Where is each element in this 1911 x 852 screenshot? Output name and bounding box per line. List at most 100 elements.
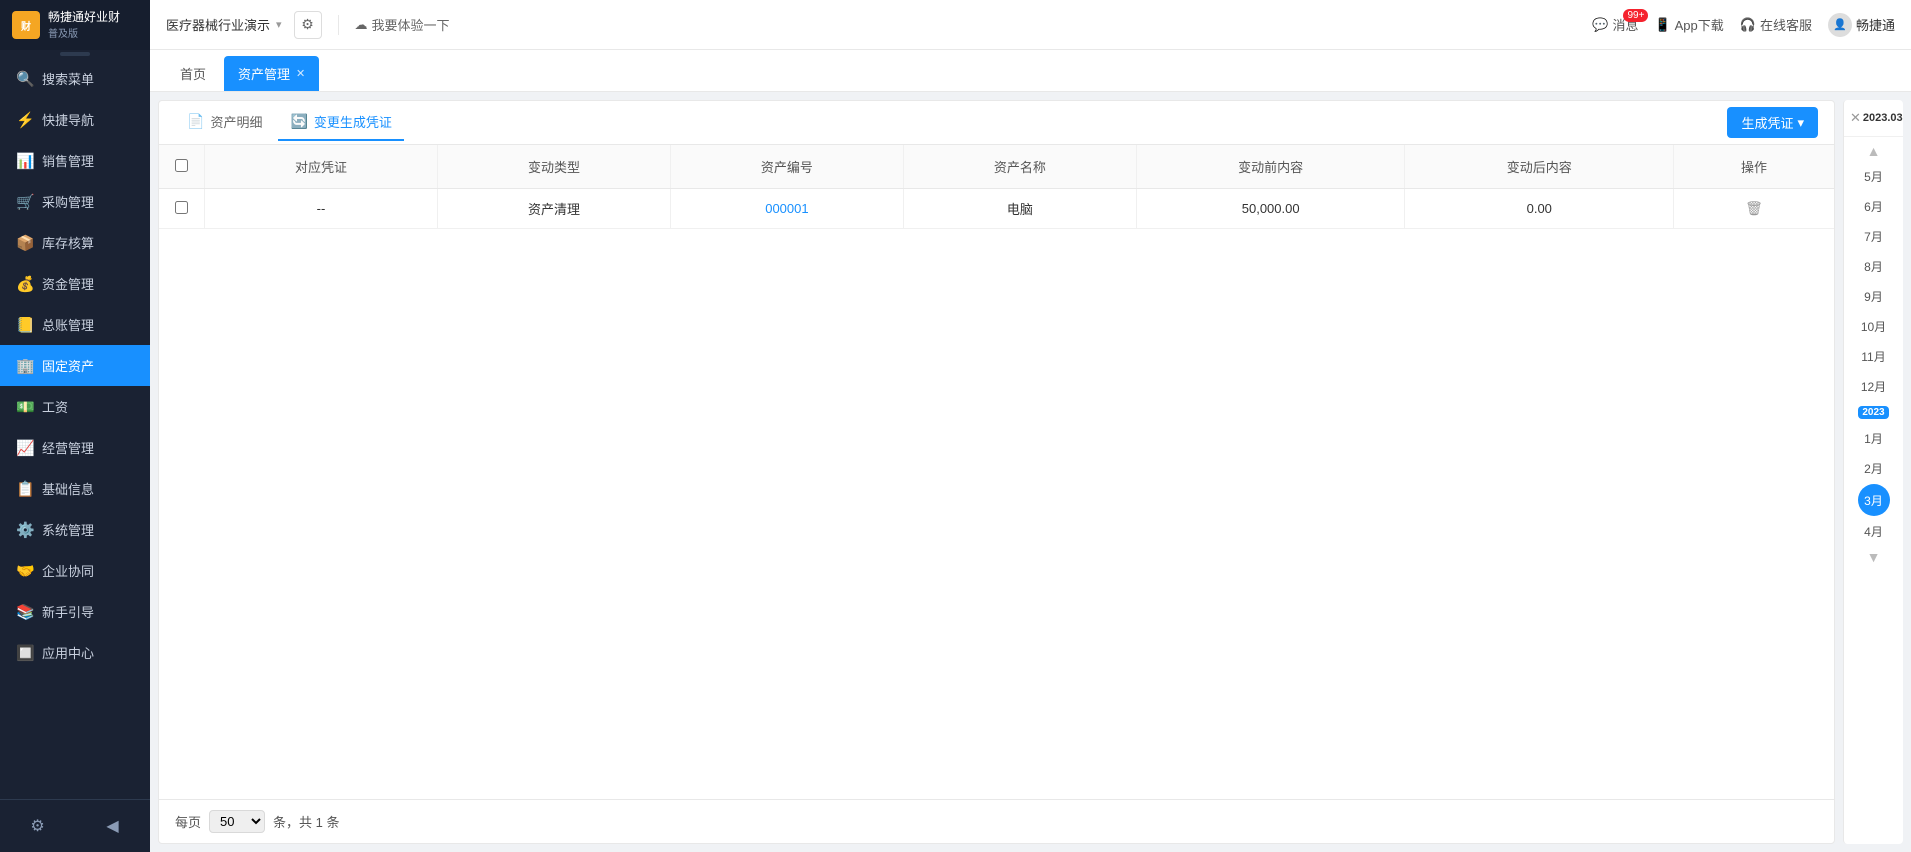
ledger-icon: 📒 [16,316,34,334]
sidebar-item-payroll[interactable]: 💵 工资 [0,386,150,427]
main-area: 医疗器械行业演示 ▾ ⚙ ☁ 我要体验一下 💬 消息 99+ 📱 App下载 🎧… [150,0,1911,852]
calendar-next-btn[interactable]: ▼ [1861,547,1887,567]
sidebar-item-inventory[interactable]: 📦 库存核算 [0,222,150,263]
operations-icon: 📈 [16,439,34,457]
row-checkbox[interactable] [175,201,188,214]
per-page-select[interactable]: 50 10 20 100 [209,810,265,833]
pagination-bar: 每页 50 10 20 100 条，共 1 条 [159,799,1834,843]
cell-asset-name: 电脑 [903,189,1136,229]
gear-icon: ⚙ [301,16,314,33]
col-after-content: 变动后内容 [1405,145,1674,189]
collapse-sidebar-btn[interactable]: ◀ [75,808,150,844]
sales-icon: 📊 [16,152,34,170]
row-checkbox-cell [159,189,205,229]
cell-change-type: 资产清理 [437,189,670,229]
sidebar-item-sales[interactable]: 📊 销售管理 [0,140,150,181]
sidebar-item-purchase[interactable]: 🛒 采购管理 [0,181,150,222]
avatar: 👤 [1828,13,1852,37]
sidebar-item-appstore[interactable]: 🔲 应用中心 [0,632,150,673]
calendar-period-label: 2023.03 [1863,112,1903,124]
col-asset-name: 资产名称 [903,145,1136,189]
sidebar-logo: 财 畅捷通好业财 普及版 [0,0,150,50]
sidebar-item-search[interactable]: 🔍 搜索菜单 [0,58,150,99]
tab-home[interactable]: 首页 [166,56,220,91]
experience-icon: ☁ [355,17,368,33]
topbar-settings-btn[interactable]: ⚙ [294,11,322,39]
calendar-month-2023-1[interactable]: 1月 [1848,424,1899,453]
cell-before-content: 50,000.00 [1136,189,1405,229]
cell-voucher: -- [205,189,438,229]
inventory-icon: 📦 [16,234,34,252]
col-before-content: 变动前内容 [1136,145,1405,189]
sidebar-item-guide[interactable]: 📚 新手引导 [0,591,150,632]
cell-after-content: 0.00 [1405,189,1674,229]
calendar-month-8[interactable]: 8月 [1848,252,1899,281]
sidebar-item-basics[interactable]: 📋 基础信息 [0,468,150,509]
calendar-month-9[interactable]: 9月 [1848,282,1899,311]
message-icon: 💬 [1592,17,1608,33]
user-menu[interactable]: 👤 畅捷通 [1828,13,1895,37]
company-name: 医疗器械行业演示 [166,15,270,34]
tab-change-voucher[interactable]: 🔄 变更生成凭证 [278,104,403,141]
sidebar-item-ledger[interactable]: 📒 总账管理 [0,304,150,345]
tab-close-icon[interactable]: ✕ [296,67,305,80]
payroll-icon: 💵 [16,398,34,416]
content-main: 📄 资产明细 🔄 变更生成凭证 生成凭证 ▾ [158,100,1835,844]
app-download-btn[interactable]: 📱 App下载 [1654,15,1723,34]
calendar-month-12[interactable]: 12月 [1848,372,1899,401]
tab-assets-mgmt[interactable]: 资产管理 ✕ [224,56,319,91]
calendar-month-7[interactable]: 7月 [1848,222,1899,251]
dropdown-arrow-icon: ▾ [1797,115,1804,131]
experience-btn[interactable]: ☁ 我要体验一下 [355,15,450,34]
data-table: 对应凭证 变动类型 资产编号 资产名称 变动前内容 变动后内容 操作 [159,145,1834,229]
guide-icon: 📚 [16,603,34,621]
year-2023-header: 2023 [1844,402,1903,423]
table-row: -- 资产清理 000001 电脑 50,000.00 0.00 🗑 [159,189,1834,229]
change-voucher-icon: 🔄 [290,113,307,130]
sidebar-item-system[interactable]: ⚙️ 系统管理 [0,509,150,550]
calendar-month-2023-2[interactable]: 2月 [1848,454,1899,483]
company-selector[interactable]: 医疗器械行业演示 ▾ [166,15,282,34]
online-service-btn[interactable]: 🎧 在线客服 [1740,15,1812,34]
cell-action: 🗑 [1674,189,1834,229]
search-icon: 🔍 [16,70,34,88]
service-icon: 🎧 [1740,17,1756,33]
calendar-month-6[interactable]: 6月 [1848,192,1899,221]
calendar-prev-btn[interactable]: ▲ [1861,141,1887,161]
tab-bar: 首页 资产管理 ✕ [150,50,1911,92]
sidebar-bottom: ⚙ ◀ [0,799,150,852]
table-select-all-header [159,145,205,189]
sidebar-item-quicknav[interactable]: ⚡ 快捷导航 [0,99,150,140]
content-area: 📄 资产明细 🔄 变更生成凭证 生成凭证 ▾ [150,92,1911,852]
sidebar-item-operations[interactable]: 📈 经营管理 [0,427,150,468]
sidebar-item-collab[interactable]: 🤝 企业协同 [0,550,150,591]
settings-bottom-btn[interactable]: ⚙ [0,808,75,844]
generate-voucher-btn[interactable]: 生成凭证 ▾ [1727,107,1818,138]
sidebar-item-assets[interactable]: 🏢 固定资产 [0,345,150,386]
calendar-month-11[interactable]: 11月 [1848,342,1899,371]
funds-icon: 💰 [16,275,34,293]
panel-close-btn[interactable]: ✕ [1848,108,1863,128]
purchase-icon: 🛒 [16,193,34,211]
calendar-month-2023-3[interactable]: 3月 [1858,484,1890,516]
calendar-month-5[interactable]: 5月 [1848,162,1899,191]
app-name: 畅捷通好业财 [48,10,120,26]
cell-asset-no: 000001 [670,189,903,229]
calendar-month-10[interactable]: 10月 [1848,312,1899,341]
calendar-month-2023-4[interactable]: 4月 [1848,517,1899,546]
assets-icon: 🏢 [16,357,34,375]
calendar-month-list: ▲ 5月 6月 7月 8月 9月 10月 11月 12月 2023 1月 2月 … [1844,137,1903,844]
col-voucher: 对应凭证 [205,145,438,189]
appstore-icon: 🔲 [16,644,34,662]
nav-list: 🔍 搜索菜单 ⚡ 快捷导航 📊 销售管理 🛒 采购管理 📦 库存核算 💰 资金管… [0,58,150,799]
company-dropdown-arrow: ▾ [276,18,282,31]
col-action: 操作 [1674,145,1834,189]
basics-icon: 📋 [16,480,34,498]
message-btn[interactable]: 💬 消息 99+ [1592,15,1638,34]
delete-row-btn[interactable]: 🗑 [1745,200,1763,216]
tab-asset-detail[interactable]: 📄 资产明细 [175,104,274,141]
quicknav-icon: ⚡ [16,111,34,129]
sidebar-item-funds[interactable]: 💰 资金管理 [0,263,150,304]
select-all-checkbox[interactable] [175,159,188,172]
topbar-right: 💬 消息 99+ 📱 App下载 🎧 在线客服 👤 畅捷通 [1592,13,1895,37]
